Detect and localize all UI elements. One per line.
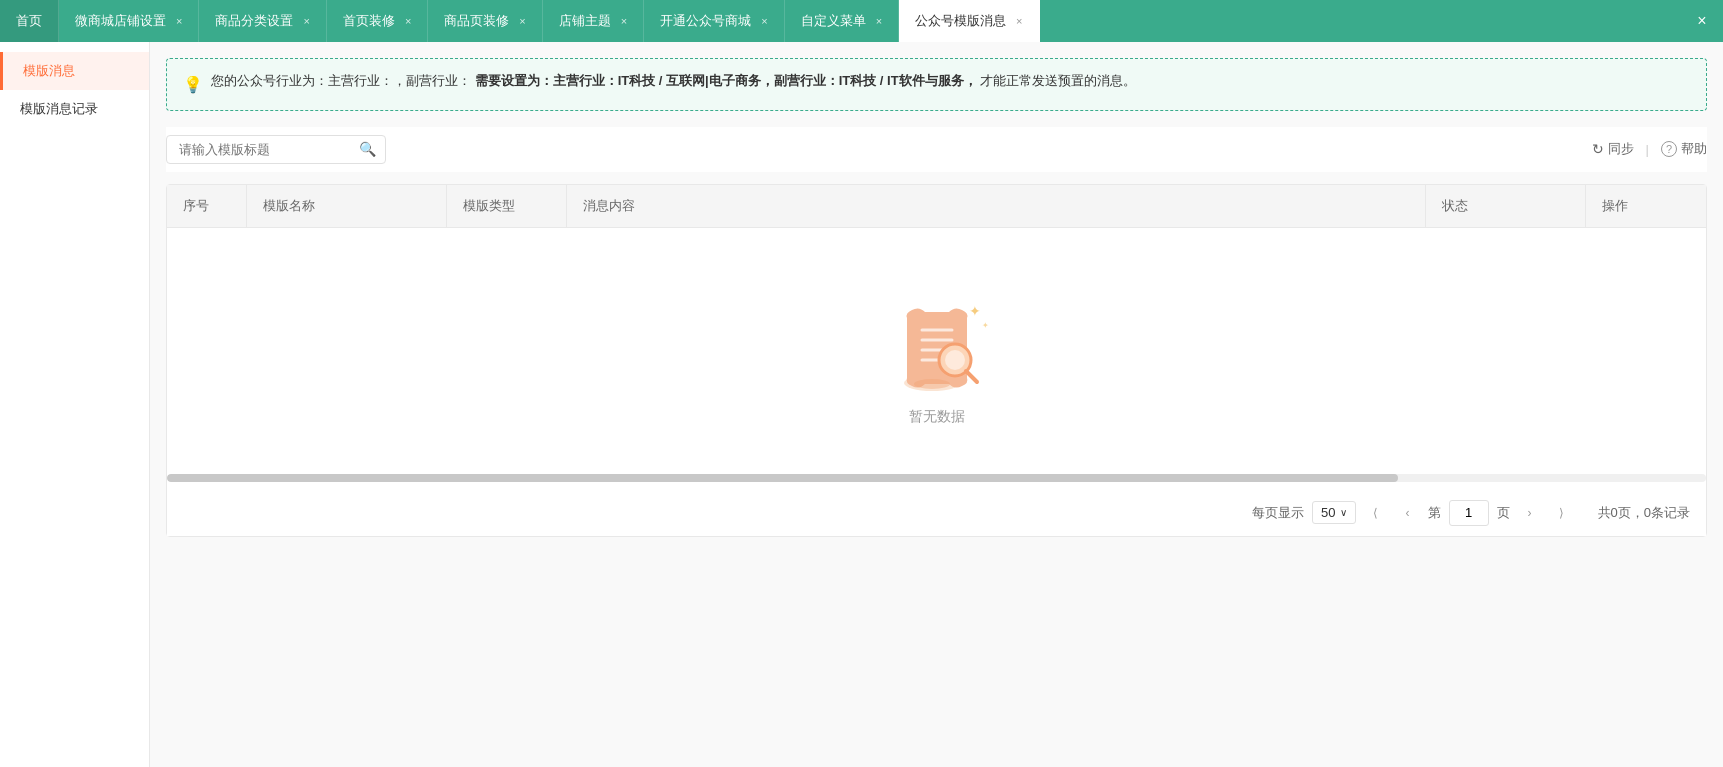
tab-product-decor-close[interactable]: ×: [519, 15, 525, 27]
chevron-down-icon: ∨: [1340, 507, 1347, 518]
tab-product-category[interactable]: 商品分类设置 ×: [199, 0, 326, 42]
empty-illustration: ✦ ✦: [877, 288, 997, 408]
sidebar-item-template-msg-record[interactable]: 模版消息记录: [0, 90, 149, 128]
notice-text: 您的公众号行业为：主营行业：，副营行业： 需要设置为：主营行业：IT科技 / 互…: [211, 71, 1136, 92]
tab-template-msg[interactable]: 公众号模版消息 ×: [899, 0, 1039, 42]
sidebar-item-template-msg-label: 模版消息: [23, 63, 75, 78]
search-input[interactable]: [166, 135, 386, 164]
sidebar: 模版消息 模版消息记录: [0, 42, 150, 767]
help-label: 帮助: [1681, 140, 1707, 158]
empty-text: 暂无数据: [909, 408, 965, 426]
help-button[interactable]: ? 帮助: [1661, 140, 1707, 158]
col-header-type: 模版类型: [447, 185, 567, 227]
tab-product-decor[interactable]: 商品页装修 ×: [428, 0, 542, 42]
search-input-wrap: 🔍: [166, 135, 386, 164]
sync-label: 同步: [1608, 140, 1634, 158]
per-page-select[interactable]: 50 ∨: [1312, 501, 1355, 524]
per-page-label: 每页显示: [1252, 504, 1304, 522]
total-info: 共0页，0条记录: [1598, 504, 1690, 522]
notice-icon: 💡: [183, 72, 203, 98]
table-container: 序号 模版名称 模版类型 消息内容 状态 操作: [166, 184, 1707, 537]
notice-suffix: 才能正常发送预置的消息。: [980, 73, 1136, 88]
pagination: 每页显示 50 ∨ ⟨ ‹ 第 页 › ⟩ 共0页，0条记录: [167, 490, 1706, 536]
tab-bar: 首页 微商城店铺设置 × 商品分类设置 × 首页装修 × 商品页装修 × 店铺主…: [0, 0, 1723, 42]
tab-shop-theme[interactable]: 店铺主题 ×: [543, 0, 644, 42]
global-close-button[interactable]: ×: [1681, 0, 1723, 42]
notice-prefix: 您的公众号行业为：主营行业：，副营行业：: [211, 73, 471, 88]
tab-homepage-decor[interactable]: 首页装修 ×: [327, 0, 428, 42]
tab-home-label: 首页: [16, 12, 42, 30]
empty-state: ✦ ✦ 暂无数据: [167, 228, 1706, 466]
page-input[interactable]: [1449, 500, 1489, 526]
per-page-value: 50: [1321, 505, 1335, 520]
sync-button[interactable]: ↻ 同步: [1592, 140, 1634, 158]
main-layout: 模版消息 模版消息记录 💡 您的公众号行业为：主营行业：，副营行业： 需要设置为…: [0, 42, 1723, 767]
svg-point-10: [914, 379, 950, 389]
col-header-action: 操作: [1586, 185, 1706, 227]
col-header-status: 状态: [1426, 185, 1586, 227]
sync-icon: ↻: [1592, 141, 1604, 157]
svg-text:✦: ✦: [982, 321, 989, 330]
search-left: 🔍: [166, 135, 386, 164]
tab-open-mall-close[interactable]: ×: [761, 15, 767, 27]
tab-product-category-label: 商品分类设置: [215, 12, 293, 30]
tab-shop-theme-close[interactable]: ×: [621, 15, 627, 27]
svg-line-7: [966, 371, 977, 382]
col-header-name: 模版名称: [247, 185, 447, 227]
tab-product-decor-label: 商品页装修: [444, 12, 509, 30]
tab-open-mall-label: 开通公众号商城: [660, 12, 751, 30]
notice-box: 💡 您的公众号行业为：主营行业：，副营行业： 需要设置为：主营行业：IT科技 /…: [166, 58, 1707, 111]
notice-highlight: 需要设置为：主营行业：IT科技 / 互联网|电子商务，副营行业：IT科技 / I…: [475, 73, 977, 88]
tab-shop-settings-label: 微商城店铺设置: [75, 12, 166, 30]
sidebar-item-template-msg-record-label: 模版消息记录: [20, 101, 98, 116]
tab-shop-settings-close[interactable]: ×: [176, 15, 182, 27]
svg-point-6: [945, 350, 965, 370]
search-icon[interactable]: 🔍: [359, 141, 376, 157]
tab-custom-menu-close[interactable]: ×: [876, 15, 882, 27]
first-page-button[interactable]: ⟨: [1364, 501, 1388, 525]
page-suffix: 页: [1497, 504, 1510, 522]
tab-product-category-close[interactable]: ×: [303, 15, 309, 27]
scrollbar-thumb: [167, 474, 1398, 482]
tab-open-mall[interactable]: 开通公众号商城 ×: [644, 0, 784, 42]
search-right: ↻ 同步 | ? 帮助: [1592, 140, 1707, 158]
search-bar: 🔍 ↻ 同步 | ? 帮助: [166, 127, 1707, 172]
col-header-content: 消息内容: [567, 185, 1426, 227]
tab-template-msg-close[interactable]: ×: [1016, 15, 1022, 27]
page-prefix: 第: [1428, 504, 1441, 522]
table-header: 序号 模版名称 模版类型 消息内容 状态 操作: [167, 185, 1706, 228]
separator: |: [1646, 142, 1649, 157]
tab-homepage-decor-close[interactable]: ×: [405, 15, 411, 27]
tab-shop-theme-label: 店铺主题: [559, 12, 611, 30]
tab-homepage-decor-label: 首页装修: [343, 12, 395, 30]
prev-page-button[interactable]: ‹: [1396, 501, 1420, 525]
tab-custom-menu-label: 自定义菜单: [801, 12, 866, 30]
content-area: 💡 您的公众号行业为：主营行业：，副营行业： 需要设置为：主营行业：IT科技 /…: [150, 42, 1723, 767]
tab-template-msg-label: 公众号模版消息: [915, 12, 1006, 30]
table-scrollbar[interactable]: [167, 474, 1706, 482]
tab-shop-settings[interactable]: 微商城店铺设置 ×: [59, 0, 199, 42]
col-header-index: 序号: [167, 185, 247, 227]
svg-text:✦: ✦: [969, 303, 981, 319]
sidebar-item-template-msg[interactable]: 模版消息: [0, 52, 149, 90]
last-page-button[interactable]: ⟩: [1550, 501, 1574, 525]
help-icon: ?: [1661, 141, 1677, 157]
next-page-button[interactable]: ›: [1518, 501, 1542, 525]
tab-custom-menu[interactable]: 自定义菜单 ×: [785, 0, 899, 42]
tab-home[interactable]: 首页: [0, 0, 59, 42]
